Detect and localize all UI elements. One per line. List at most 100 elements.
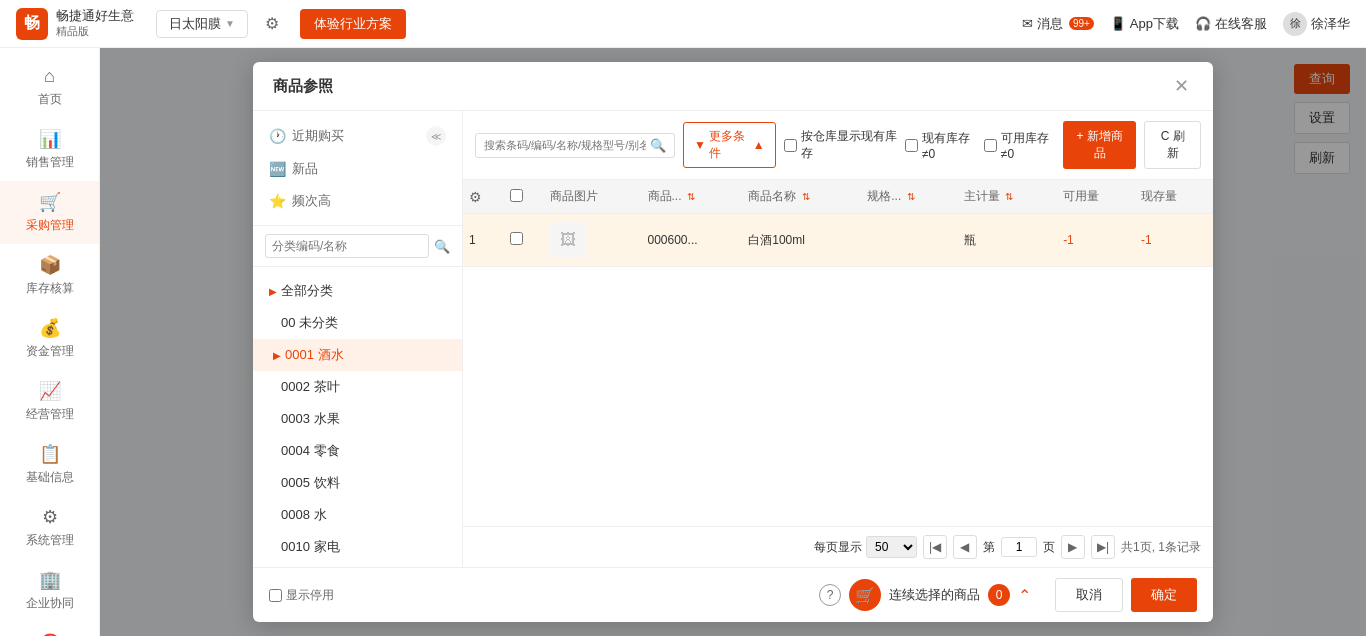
col-stock: 现存量 xyxy=(1135,180,1213,214)
col-unit[interactable]: 主计量 ⇅ xyxy=(958,180,1058,214)
store-name: 日太阳膜 xyxy=(169,15,221,33)
sidebar-item-stock[interactable]: 📦 库存核算 xyxy=(0,244,99,307)
filter-button[interactable]: ▼ 更多条件 ▲ xyxy=(683,122,776,168)
service-button[interactable]: 🎧 在线客服 xyxy=(1195,15,1267,33)
checkbox-warehouse-stock[interactable]: 按仓库显示现有库存 xyxy=(784,128,897,162)
modal-right-panel: 🔍 ▼ 更多条件 ▲ 按仓库显示现有库存 xyxy=(463,111,1213,567)
cell-name: 白酒100ml xyxy=(742,214,861,267)
sidebar-item-system[interactable]: ⚙ 系统管理 xyxy=(0,496,99,559)
page-number-input[interactable] xyxy=(1001,537,1037,557)
confirm-button[interactable]: 确定 xyxy=(1131,578,1197,612)
messages-button[interactable]: ✉ 消息 99+ xyxy=(1022,15,1094,33)
category-label-c0002: 0002 茶叶 xyxy=(281,378,340,396)
product-search-input[interactable] xyxy=(484,139,646,151)
sidebar-item-purchase[interactable]: 🛒 采购管理 xyxy=(0,181,99,244)
col-name[interactable]: 商品名称 ⇅ xyxy=(742,180,861,214)
select-all-checkbox[interactable] xyxy=(510,189,523,202)
last-page-button[interactable]: ▶| xyxy=(1091,535,1115,559)
trial-button[interactable]: 体验行业方案 xyxy=(300,9,406,39)
stock-icon: 📦 xyxy=(39,254,61,276)
category-search-input[interactable] xyxy=(265,234,429,258)
per-page-label: 每页显示 xyxy=(814,539,862,556)
col-gear: ⚙ xyxy=(463,180,504,214)
modal-title: 商品参照 xyxy=(273,77,333,96)
product-table-wrap: ⚙ 商品图片 商品... ⇅ 商品名称 ⇅ xyxy=(463,180,1213,526)
checkbox-available-stock[interactable]: 可用库存≠0 xyxy=(984,130,1055,161)
show-disabled-checkbox[interactable] xyxy=(269,589,282,602)
first-page-button[interactable]: |◀ xyxy=(923,535,947,559)
sidebar-item-finance[interactable]: 💰 资金管理 xyxy=(0,307,99,370)
category-label-c0001: 0001 酒水 xyxy=(285,346,344,364)
settings-icon[interactable]: ⚙ xyxy=(256,8,288,40)
sidebar-item-sales[interactable]: 📊 销售管理 xyxy=(0,118,99,181)
pagination: 每页显示 50 10 20 100 |◀ ◀ 第 页 xyxy=(463,526,1213,567)
show-disabled-checkbox-wrap[interactable]: 显示停用 xyxy=(269,587,334,604)
sidebar-item-operation[interactable]: 📈 经营管理 xyxy=(0,370,99,433)
guide-icon: 🎯 xyxy=(39,632,61,636)
cart-collapse-icon[interactable]: ⌃ xyxy=(1018,586,1031,605)
category-item-c0010[interactable]: 0010 家电 xyxy=(253,531,462,563)
checkbox-nonzero-input[interactable] xyxy=(905,139,918,152)
home-icon: ⌂ xyxy=(44,66,55,87)
app-download-button[interactable]: 📱 App下载 xyxy=(1110,15,1179,33)
sidebar-item-basic[interactable]: 📋 基础信息 xyxy=(0,433,99,496)
app-icon: 📱 xyxy=(1110,16,1126,31)
col-code[interactable]: 商品... ⇅ xyxy=(642,180,743,214)
next-page-button[interactable]: ▶ xyxy=(1061,535,1085,559)
category-item-c0005[interactable]: 0005 饮料 xyxy=(253,467,462,499)
table-row[interactable]: 1 🖼 000600... 白酒100ml 瓶 -1 xyxy=(463,214,1213,267)
footer-buttons: 取消 确定 xyxy=(1055,578,1197,612)
category-item-c00[interactable]: 00 未分类 xyxy=(253,307,462,339)
sidebar-item-corp[interactable]: 🏢 企业协同 xyxy=(0,559,99,622)
modal-close-button[interactable]: ✕ xyxy=(1169,74,1193,98)
checkbox-available-input[interactable] xyxy=(984,139,997,152)
checkbox-nonzero-stock[interactable]: 现有库存≠0 xyxy=(905,130,976,161)
product-search-wrap: 🔍 xyxy=(475,133,675,158)
collapse-button[interactable]: ≪ xyxy=(426,126,446,146)
sidebar-item-home[interactable]: ⌂ 首页 xyxy=(0,56,99,118)
cancel-button[interactable]: 取消 xyxy=(1055,578,1123,612)
cell-stock: -1 xyxy=(1135,214,1213,267)
category-label-c00: 00 未分类 xyxy=(281,314,338,332)
cell-checkbox[interactable] xyxy=(504,214,545,267)
message-label: 消息 xyxy=(1037,15,1063,33)
checkbox-nonzero-label: 现有库存≠0 xyxy=(922,130,976,161)
prev-page-button[interactable]: ◀ xyxy=(953,535,977,559)
sales-icon: 📊 xyxy=(39,128,61,150)
category-label-c0010: 0010 家电 xyxy=(281,538,340,556)
category-item-c0003[interactable]: 0003 水果 xyxy=(253,403,462,435)
basic-icon: 📋 xyxy=(39,443,61,465)
tab-recent[interactable]: 🕐 近期购买 ≪ xyxy=(253,119,462,153)
category-item-c0004[interactable]: 0004 零食 xyxy=(253,435,462,467)
checkbox-warehouse-input[interactable] xyxy=(784,139,797,152)
help-icon[interactable]: ? xyxy=(819,584,841,606)
layout: ⌂ 首页 📊 销售管理 🛒 采购管理 📦 库存核算 💰 资金管理 📈 经营管理 … xyxy=(0,48,1366,636)
tab-new[interactable]: 🆕 新品 xyxy=(253,153,462,185)
user-avatar: 徐 xyxy=(1283,12,1307,36)
category-item-c0001[interactable]: ▶ 0001 酒水 xyxy=(253,339,462,371)
category-search-button[interactable]: 🔍 xyxy=(433,235,450,257)
page-size-select[interactable]: 50 10 20 100 xyxy=(866,536,917,558)
col-spec[interactable]: 规格... ⇅ xyxy=(861,180,957,214)
sidebar-label-basic: 基础信息 xyxy=(26,469,74,486)
tab-recent-label: 近期购买 xyxy=(292,127,344,145)
finance-icon: 💰 xyxy=(39,317,61,339)
tab-new-label: 新品 xyxy=(292,160,318,178)
service-label: 在线客服 xyxy=(1215,15,1267,33)
logo-text-group: 畅捷通好生意 精品版 xyxy=(56,8,134,39)
store-selector[interactable]: 日太阳膜 ▼ xyxy=(156,10,248,38)
user-menu[interactable]: 徐 徐泽华 xyxy=(1283,12,1350,36)
add-product-button[interactable]: + 新增商品 xyxy=(1063,121,1137,169)
logo-sub: 精品版 xyxy=(56,24,134,39)
category-item-all[interactable]: ▶ 全部分类 xyxy=(253,275,462,307)
user-name: 徐泽华 xyxy=(1311,15,1350,33)
table-gear-icon[interactable]: ⚙ xyxy=(469,189,482,205)
product-table: ⚙ 商品图片 商品... ⇅ 商品名称 ⇅ xyxy=(463,180,1213,267)
recent-icon: 🕐 xyxy=(269,128,286,144)
sidebar-item-guide[interactable]: 🎯 新手引导 xyxy=(0,622,99,636)
tab-frequent[interactable]: ⭐ 频次高 xyxy=(253,185,462,217)
refresh-button[interactable]: C 刷新 xyxy=(1144,121,1201,169)
row-checkbox[interactable] xyxy=(510,232,523,245)
category-item-c0002[interactable]: 0002 茶叶 xyxy=(253,371,462,403)
category-item-c0008[interactable]: 0008 水 xyxy=(253,499,462,531)
